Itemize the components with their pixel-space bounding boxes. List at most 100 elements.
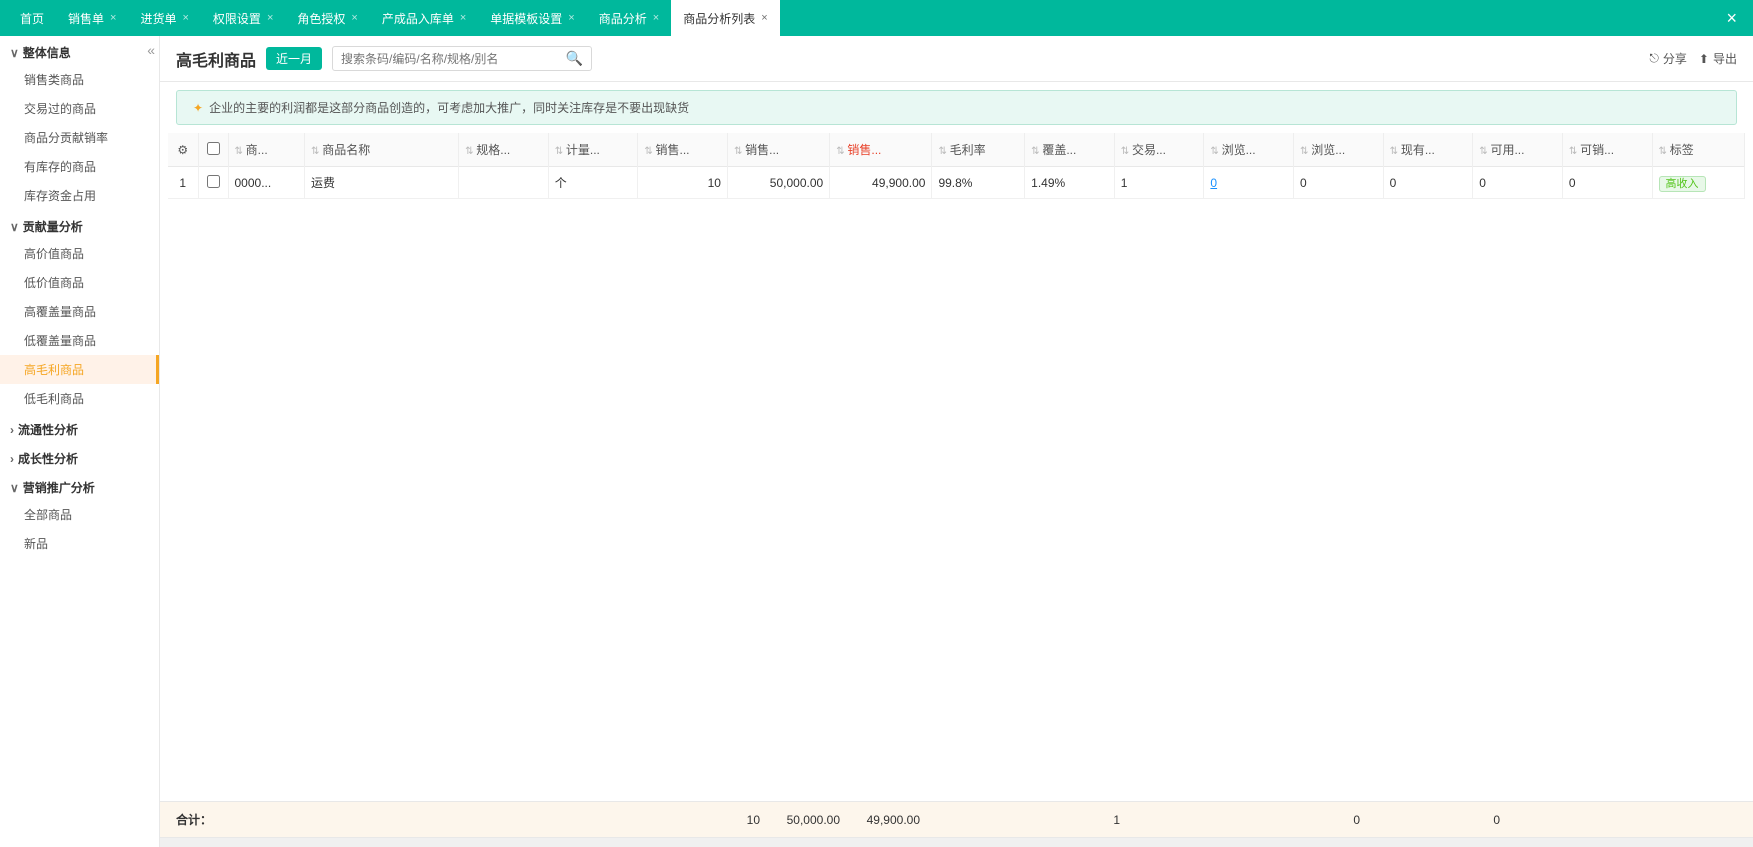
sidebar-item-goods-contribution[interactable]: 商品分贡献销率	[0, 123, 159, 152]
cell-sales-profit: 49,900.00	[830, 167, 932, 199]
export-icon: ⬆	[1699, 52, 1709, 66]
table-header-row: ⚙ 商... 商品名称 规格... 计量... 销售... 销售... 销售..…	[168, 133, 1745, 167]
col-sales-amount[interactable]: 销售...	[727, 133, 829, 167]
cell-stock-current: 0	[1383, 167, 1473, 199]
col-coverage[interactable]: 覆盖...	[1025, 133, 1115, 167]
cell-browse1[interactable]: 0	[1204, 167, 1294, 199]
select-all-checkbox[interactable]	[207, 142, 220, 155]
nav-home[interactable]: 首页	[8, 0, 56, 36]
col-settings[interactable]: ⚙	[168, 133, 198, 167]
arrow-overall: ∨	[10, 46, 19, 60]
arrow-contribution: ∨	[10, 220, 19, 234]
tag-high-income-badge: 高收入	[1659, 176, 1706, 192]
sidebar-item-all-goods[interactable]: 全部商品	[0, 500, 159, 529]
sidebar-section-overall[interactable]: ∨ 整体信息	[0, 36, 159, 65]
sidebar-section-liquidity[interactable]: › 流通性分析	[0, 413, 159, 442]
top-navigation: 首页 销售单 × 进货单 × 权限设置 × 角色授权 × 产成品入库单 × 单据…	[0, 0, 1753, 36]
search-box: 🔍	[332, 46, 592, 71]
cell-checkbox[interactable]	[198, 167, 228, 199]
sidebar-item-low-value[interactable]: 低价值商品	[0, 268, 159, 297]
col-stock-current[interactable]: 现有...	[1383, 133, 1473, 167]
total-sales-amount: 50,000.00	[766, 813, 846, 827]
total-sales-profit: 49,900.00	[846, 813, 926, 827]
main-container: « ∨ 整体信息 销售类商品 交易过的商品 商品分贡献销率 有库存的商品 库存资…	[0, 36, 1753, 847]
search-input[interactable]	[341, 52, 566, 66]
nav-product-analysis-list[interactable]: 商品分析列表 ×	[671, 0, 779, 36]
cell-unit: 个	[548, 167, 638, 199]
col-browse2[interactable]: 浏览...	[1294, 133, 1384, 167]
col-sales-qty[interactable]: 销售...	[638, 133, 728, 167]
close-sales-order[interactable]: ×	[110, 12, 116, 24]
close-role-auth[interactable]: ×	[351, 12, 357, 24]
col-stock-saleable[interactable]: 可销...	[1562, 133, 1652, 167]
sidebar-item-high-coverage[interactable]: 高覆盖量商品	[0, 297, 159, 326]
share-icon: ⎋	[1649, 51, 1659, 66]
content-header: 高毛利商品 近一月 🔍 ⎋ 分享 ⬆ 导出	[160, 36, 1753, 82]
total-transaction: 1	[1046, 813, 1126, 827]
sidebar-item-low-margin[interactable]: 低毛利商品	[0, 384, 159, 413]
export-button[interactable]: ⬆ 导出	[1699, 50, 1737, 67]
total-sales-qty: 10	[686, 813, 766, 827]
nav-sales-order[interactable]: 销售单 ×	[56, 0, 128, 36]
nav-product-analysis[interactable]: 商品分析 ×	[587, 0, 671, 36]
col-checkbox[interactable]	[198, 133, 228, 167]
col-name[interactable]: 商品名称	[305, 133, 459, 167]
sidebar-item-new-goods[interactable]: 新品	[0, 529, 159, 558]
cell-gross-margin: 99.8%	[932, 167, 1025, 199]
sidebar-item-high-margin[interactable]: 高毛利商品	[0, 355, 159, 384]
sidebar-item-high-value[interactable]: 高价值商品	[0, 239, 159, 268]
sidebar-section-growth[interactable]: › 成长性分析	[0, 442, 159, 471]
total-label: 合计：	[176, 811, 256, 828]
sidebar-item-sales-goods[interactable]: 销售类商品	[0, 65, 159, 94]
cell-stock-available: 0	[1473, 167, 1563, 199]
col-spec[interactable]: 规格...	[459, 133, 549, 167]
sidebar-section-contribution[interactable]: ∨ 贡献量分析	[0, 210, 159, 239]
info-icon: ✦	[193, 101, 203, 115]
row-checkbox[interactable]	[207, 175, 220, 188]
nav-permission-settings[interactable]: 权限设置 ×	[201, 0, 285, 36]
sidebar-item-in-stock-goods[interactable]: 有库存的商品	[0, 152, 159, 181]
close-product-analysis[interactable]: ×	[653, 12, 659, 24]
header-actions: ⎋ 分享 ⬆ 导出	[1649, 50, 1737, 67]
search-icon[interactable]: 🔍	[566, 50, 583, 67]
col-code[interactable]: 商...	[228, 133, 305, 167]
total-stock-saleable: 0	[1426, 813, 1506, 827]
sidebar-item-traded-goods[interactable]: 交易过的商品	[0, 94, 159, 123]
cell-sales-amount: 50,000.00	[727, 167, 829, 199]
nav-product-inbound[interactable]: 产成品入库单 ×	[370, 0, 478, 36]
col-gross-margin[interactable]: 毛利率	[932, 133, 1025, 167]
col-browse1[interactable]: 浏览...	[1204, 133, 1294, 167]
col-sales-profit[interactable]: 销售...	[830, 133, 932, 167]
col-stock-available[interactable]: 可用...	[1473, 133, 1563, 167]
sidebar-section-marketing[interactable]: ∨ 营销推广分析	[0, 471, 159, 500]
sidebar-item-low-coverage[interactable]: 低覆盖量商品	[0, 326, 159, 355]
col-unit[interactable]: 计量...	[548, 133, 638, 167]
share-button[interactable]: ⎋ 分享	[1649, 50, 1687, 67]
close-permission-settings[interactable]: ×	[267, 12, 273, 24]
nav-purchase-order[interactable]: 进货单 ×	[128, 0, 200, 36]
cell-coverage: 1.49%	[1025, 167, 1115, 199]
sidebar-item-stock-capital[interactable]: 库存资金占用	[0, 181, 159, 210]
horizontal-scrollbar[interactable]	[160, 837, 1753, 847]
close-all-tabs[interactable]: ×	[1718, 8, 1745, 29]
col-tag[interactable]: 标签	[1652, 133, 1744, 167]
close-template-settings[interactable]: ×	[568, 12, 574, 24]
arrow-liquidity: ›	[10, 423, 14, 437]
close-product-analysis-list[interactable]: ×	[761, 12, 767, 24]
info-banner: ✦ 企业的主要的利润都是这部分商品创造的，可考虑加大推广，同时关注库存是不要出现…	[176, 90, 1737, 125]
nav-template-settings[interactable]: 单据模板设置 ×	[478, 0, 586, 36]
col-transaction[interactable]: 交易...	[1114, 133, 1204, 167]
nav-role-auth[interactable]: 角色授权 ×	[285, 0, 369, 36]
cell-code: 0000...	[228, 167, 305, 199]
info-text: 企业的主要的利润都是这部分商品创造的，可考虑加大推广，同时关注库存是不要出现缺货	[209, 99, 689, 116]
period-button[interactable]: 近一月	[266, 47, 322, 70]
close-product-inbound[interactable]: ×	[460, 12, 466, 24]
table-container: ⚙ 商... 商品名称 规格... 计量... 销售... 销售... 销售..…	[160, 133, 1753, 801]
sidebar-collapse-button[interactable]: «	[147, 42, 155, 58]
cell-stock-saleable: 0	[1562, 167, 1652, 199]
footer-total: 合计： 10 50,000.00 49,900.00 1 0 0	[160, 801, 1753, 837]
close-purchase-order[interactable]: ×	[182, 12, 188, 24]
arrow-growth: ›	[10, 452, 14, 466]
product-table: ⚙ 商... 商品名称 规格... 计量... 销售... 销售... 销售..…	[168, 133, 1745, 199]
cell-tag: 高收入	[1652, 167, 1744, 199]
